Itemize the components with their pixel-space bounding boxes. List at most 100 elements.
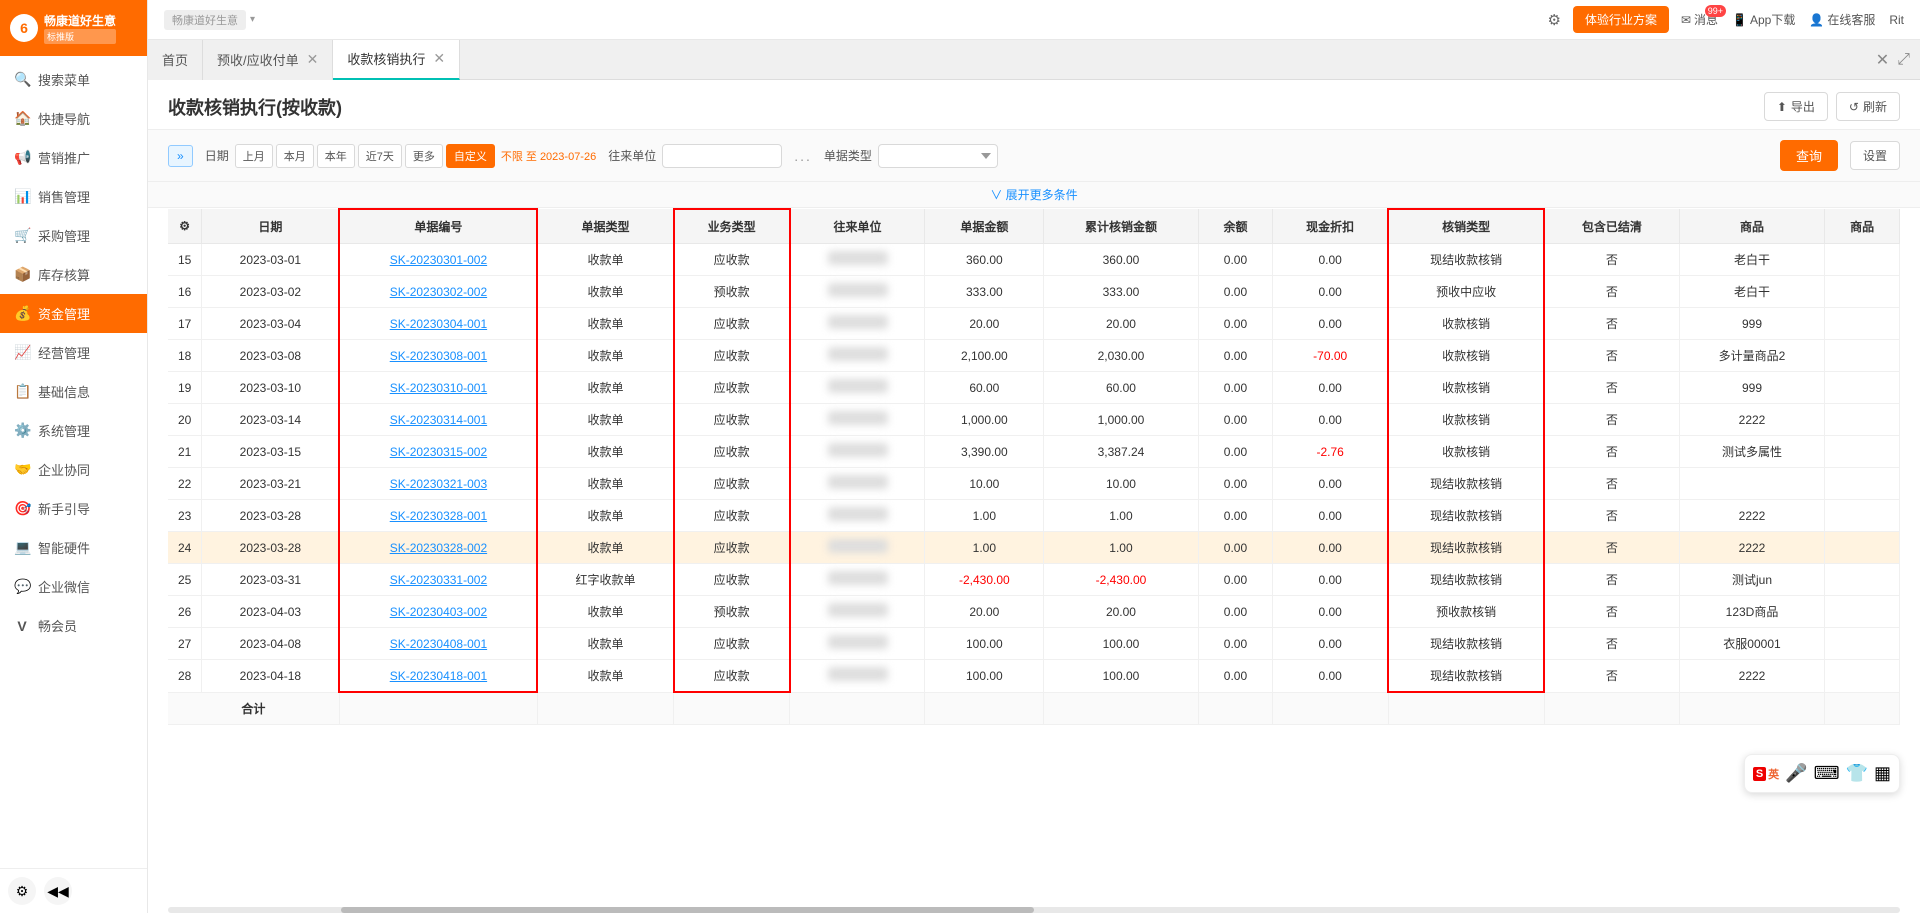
more-filters-dots[interactable]: ... bbox=[794, 148, 812, 164]
table-row: 19 2023-03-10 SK-20230310-001 收款单 应收款 60… bbox=[168, 372, 1900, 404]
sidebar-item-basic[interactable]: 📋 基础信息 bbox=[0, 372, 147, 411]
expand-tab-btn[interactable]: ⤢ bbox=[1897, 50, 1910, 70]
microphone-icon[interactable]: 🎤 bbox=[1785, 763, 1807, 784]
doc-no-link[interactable]: SK-20230328-002 bbox=[390, 541, 487, 555]
sidebar-item-inventory[interactable]: 📦 库存核算 bbox=[0, 255, 147, 294]
app-download-link[interactable]: 📱 App下载 bbox=[1732, 11, 1795, 28]
tab-collection-close[interactable]: ✕ bbox=[433, 50, 445, 67]
doc-no-link[interactable]: SK-20230403-002 bbox=[390, 605, 487, 619]
cell-date: 2023-03-15 bbox=[202, 436, 340, 468]
doc-no-link[interactable]: SK-20230418-001 bbox=[390, 669, 487, 683]
this-month-btn[interactable]: 本月 bbox=[276, 144, 314, 168]
doc-no-link[interactable]: SK-20230314-001 bbox=[390, 413, 487, 427]
user-name[interactable]: Rit bbox=[1889, 13, 1904, 27]
scroll-thumb[interactable] bbox=[341, 907, 1034, 913]
doc-no-link[interactable]: SK-20230315-002 bbox=[390, 445, 487, 459]
refresh-button[interactable]: ↺ 刷新 bbox=[1836, 92, 1900, 121]
refresh-icon: ↺ bbox=[1849, 100, 1859, 114]
data-table: ⚙ 日期 单据编号 单据类型 业务类型 往来单位 单据金额 累计核销金额 余额 … bbox=[168, 208, 1900, 725]
sidebar-item-quicknav[interactable]: 🏠 快捷导航 bbox=[0, 99, 147, 138]
sidebar-item-sales[interactable]: 📊 销售管理 bbox=[0, 177, 147, 216]
cell-include-settled: 否 bbox=[1544, 372, 1679, 404]
sidebar-item-enterprise[interactable]: 🤝 企业协同 bbox=[0, 450, 147, 489]
last-7days-btn[interactable]: 近7天 bbox=[358, 144, 402, 168]
grid-icon[interactable]: ▦ bbox=[1874, 763, 1891, 784]
sidebar-item-member[interactable]: V 畅会员 bbox=[0, 606, 147, 645]
doc-no-link[interactable]: SK-20230308-001 bbox=[390, 349, 487, 363]
sidebar-item-guide[interactable]: 🎯 新手引导 bbox=[0, 489, 147, 528]
cell-include-settled: 否 bbox=[1544, 532, 1679, 564]
custom-date-btn[interactable]: 自定义 bbox=[446, 144, 495, 168]
doctype-select[interactable] bbox=[878, 144, 998, 168]
doc-no-link[interactable]: SK-20230321-003 bbox=[390, 477, 487, 491]
cell-product1: 2222 bbox=[1679, 500, 1824, 532]
doc-no-link[interactable]: SK-20230331-002 bbox=[390, 573, 487, 587]
tab-collection[interactable]: 收款核销执行 ✕ bbox=[333, 40, 460, 80]
table-body: 15 2023-03-01 SK-20230301-002 收款单 应收款 36… bbox=[168, 244, 1900, 693]
cell-product1: 测试jun bbox=[1679, 564, 1824, 596]
keyboard-icon[interactable]: ⌨ bbox=[1814, 763, 1840, 784]
partner-input[interactable] bbox=[662, 144, 782, 168]
partner-filter-group: 往来单位 bbox=[608, 144, 782, 168]
doc-no-link[interactable]: SK-20230408-001 bbox=[390, 637, 487, 651]
sougou-icon[interactable]: S 英 bbox=[1753, 763, 1779, 784]
expand-conditions-btn[interactable]: ∨ 展开更多条件 bbox=[990, 186, 1077, 203]
doc-no-link[interactable]: SK-20230301-002 bbox=[390, 253, 487, 267]
solution-button[interactable]: 体验行业方案 bbox=[1573, 6, 1669, 33]
th-product2: 商品 bbox=[1825, 209, 1900, 244]
cell-cash-discount: 0.00 bbox=[1273, 532, 1388, 564]
wechat-icon: 💬 bbox=[14, 578, 30, 595]
sidebar-item-operations[interactable]: 📈 经营管理 bbox=[0, 333, 147, 372]
th-settings[interactable]: ⚙ bbox=[168, 209, 202, 244]
table-row: 15 2023-03-01 SK-20230301-002 收款单 应收款 36… bbox=[168, 244, 1900, 276]
cell-include-settled: 否 bbox=[1544, 500, 1679, 532]
last-month-btn[interactable]: 上月 bbox=[235, 144, 273, 168]
cell-partner bbox=[790, 372, 925, 404]
export-button[interactable]: ⬆ 导出 bbox=[1764, 92, 1828, 121]
logo-text: 畅康道好生意 标推版 bbox=[44, 12, 116, 44]
topbar-gear-icon[interactable]: ⚙ bbox=[1548, 11, 1561, 29]
cell-balance: 0.00 bbox=[1198, 468, 1273, 500]
sidebar-item-finance[interactable]: 💰 资金管理 bbox=[0, 294, 147, 333]
sidebar-item-system[interactable]: ⚙️ 系统管理 bbox=[0, 411, 147, 450]
content-area: 收款核销执行(按收款) ⬆ 导出 ↺ 刷新 » 日期 上月 本月 本 bbox=[148, 80, 1920, 913]
cell-biz-type: 应收款 bbox=[674, 436, 790, 468]
message-button[interactable]: ✉ 消息 99+ bbox=[1681, 11, 1718, 28]
sidebar-item-wechat[interactable]: 💬 企业微信 bbox=[0, 567, 147, 606]
cell-date: 2023-03-08 bbox=[202, 340, 340, 372]
th-doc-type: 单据类型 bbox=[537, 209, 673, 244]
sidebar-item-hardware[interactable]: 💻 智能硬件 bbox=[0, 528, 147, 567]
tab-prepay[interactable]: 预收/应收付单 ✕ bbox=[203, 40, 333, 80]
sidebar-collapse-btn[interactable]: ◀◀ bbox=[44, 877, 72, 905]
tab-prepay-close[interactable]: ✕ bbox=[307, 51, 319, 68]
tab-home[interactable]: 首页 bbox=[148, 40, 203, 80]
footer-include bbox=[1544, 692, 1679, 724]
this-year-btn[interactable]: 本年 bbox=[317, 144, 355, 168]
sidebar-item-marketing[interactable]: 📢 营销推广 bbox=[0, 138, 147, 177]
sidebar-item-search[interactable]: 🔍 搜索菜单 bbox=[0, 60, 147, 99]
topbar-right: ✉ 消息 99+ 📱 App下载 👤 在线客服 Rit bbox=[1681, 11, 1904, 28]
cell-writeoff-amount: 2,030.00 bbox=[1044, 340, 1198, 372]
doc-no-link[interactable]: SK-20230304-001 bbox=[390, 317, 487, 331]
cell-balance: 0.00 bbox=[1198, 372, 1273, 404]
query-button[interactable]: 查询 bbox=[1780, 140, 1838, 171]
cell-product1: 2222 bbox=[1679, 404, 1824, 436]
doc-no-link[interactable]: SK-20230310-001 bbox=[390, 381, 487, 395]
filter-settings-button[interactable]: 设置 bbox=[1850, 141, 1900, 170]
cell-writeoff-type: 收款核销 bbox=[1388, 372, 1544, 404]
sidebar-settings-btn[interactable]: ⚙ bbox=[8, 877, 36, 905]
cell-balance: 0.00 bbox=[1198, 660, 1273, 693]
filter-collapse-button[interactable]: » bbox=[168, 145, 193, 167]
clipboard-icon: 📋 bbox=[14, 383, 30, 400]
shirt-icon[interactable]: 👕 bbox=[1846, 763, 1868, 784]
doc-no-link[interactable]: SK-20230328-001 bbox=[390, 509, 487, 523]
close-tab-btn[interactable]: ✕ bbox=[1876, 50, 1889, 70]
tabbar-actions: ✕ ⤢ bbox=[1876, 50, 1910, 70]
online-service-link[interactable]: 👤 在线客服 bbox=[1809, 11, 1875, 28]
cell-product2 bbox=[1825, 564, 1900, 596]
more-date-btn[interactable]: 更多 bbox=[405, 144, 443, 168]
cell-writeoff-type: 收款核销 bbox=[1388, 436, 1544, 468]
doc-no-link[interactable]: SK-20230302-002 bbox=[390, 285, 487, 299]
cell-partner bbox=[790, 404, 925, 436]
sidebar-item-purchase[interactable]: 🛒 采购管理 bbox=[0, 216, 147, 255]
